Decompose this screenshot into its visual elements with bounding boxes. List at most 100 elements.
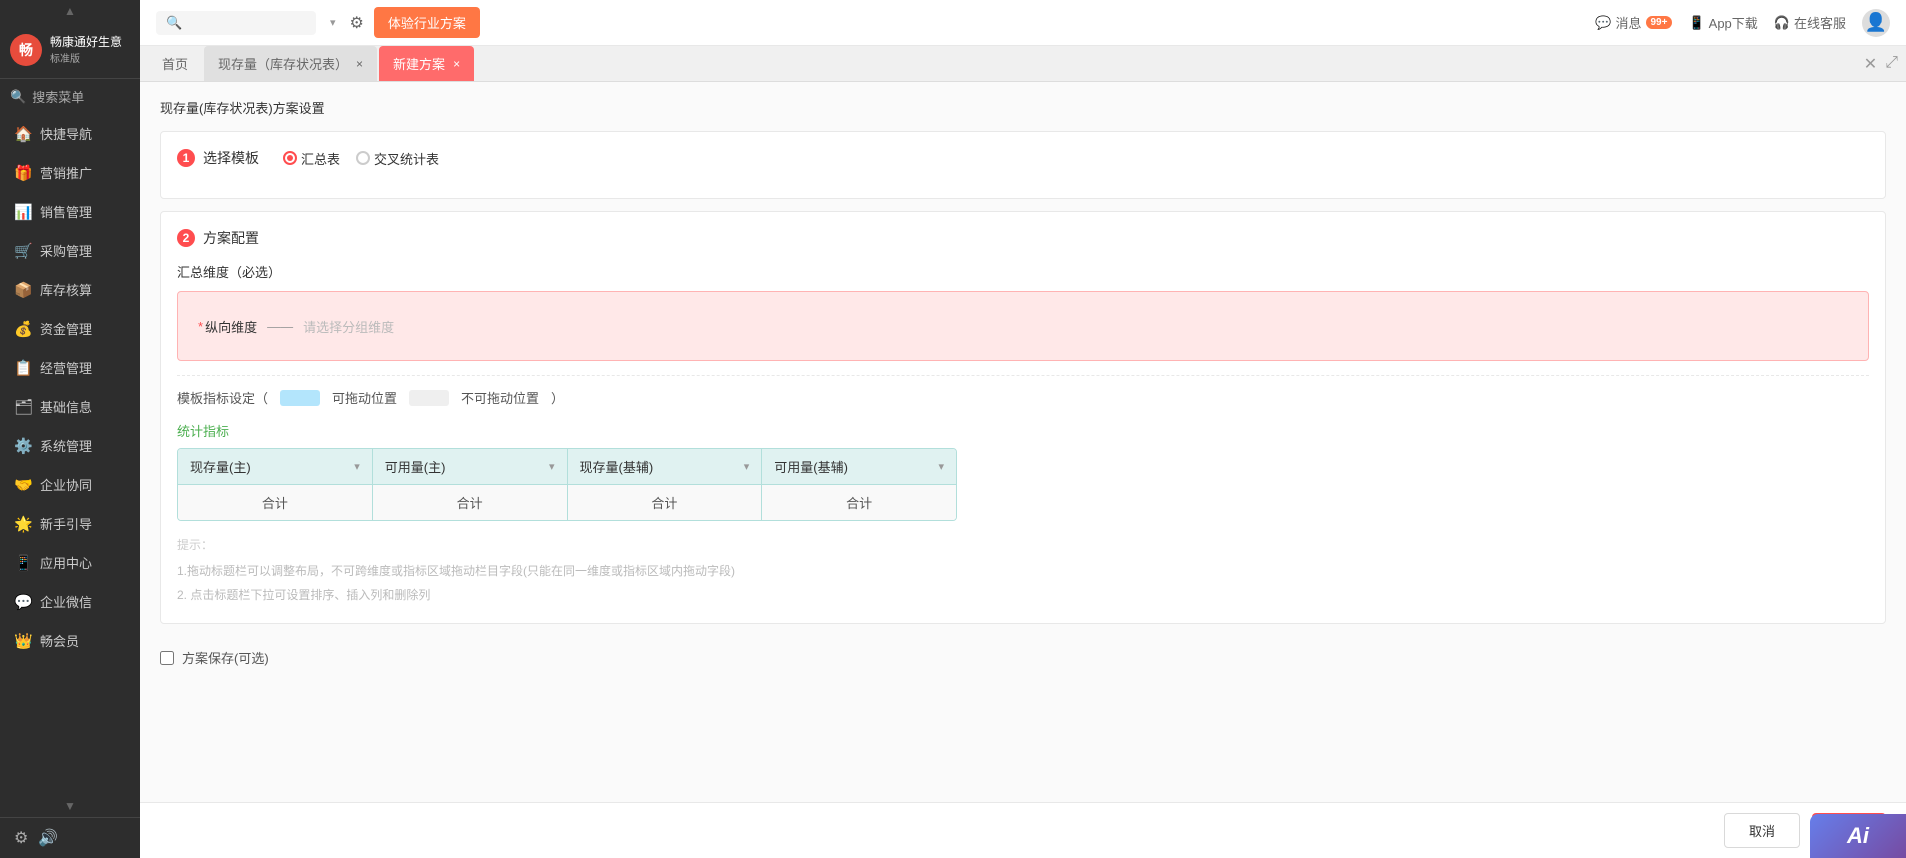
stats-col-1[interactable]: 现存量(主) ▾ bbox=[178, 449, 373, 484]
app-name: 畅康通好生意 bbox=[50, 35, 122, 51]
search-label: 搜索菜单 bbox=[32, 87, 84, 106]
sidebar-item-basic-info[interactable]: 🗂 基础信息 bbox=[0, 387, 140, 426]
tab-home-label: 首页 bbox=[162, 54, 188, 73]
app-download-item[interactable]: 📱 App下载 bbox=[1688, 13, 1757, 32]
sidebar-item-operations[interactable]: 📋 经营管理 bbox=[0, 348, 140, 387]
col1-chevron-icon: ▾ bbox=[354, 460, 360, 473]
settings-bottom-icon[interactable]: ⚙ bbox=[14, 828, 28, 848]
app-version: 标准版 bbox=[50, 50, 122, 65]
col4-chevron-icon: ▾ bbox=[938, 460, 944, 473]
stats-cell-4: 合计 bbox=[762, 485, 956, 520]
messages-item[interactable]: 💬 消息 99+ bbox=[1595, 13, 1672, 32]
tab-inventory-close-icon[interactable]: × bbox=[356, 57, 363, 71]
sidebar-item-finance[interactable]: 💰 资金管理 bbox=[0, 309, 140, 348]
app-download-label: App下载 bbox=[1709, 13, 1758, 32]
stats-col-2[interactable]: 可用量(主) ▾ bbox=[373, 449, 568, 484]
sidebar-scroll-down[interactable]: ▼ bbox=[0, 795, 140, 817]
stats-table: 现存量(主) ▾ 可用量(主) ▾ 现存量(基辅) ▾ 可用量(基辅) bbox=[177, 448, 957, 521]
stats-col-3[interactable]: 现存量(基辅) ▾ bbox=[568, 449, 763, 484]
template-indicator-suffix: ） bbox=[551, 388, 564, 407]
tabs-bar: 首页 现存量（库存状况表） × 新建方案 × ✕ ⤢ bbox=[140, 46, 1906, 82]
sales-icon: 📊 bbox=[14, 203, 32, 221]
movable-indicator-box bbox=[280, 390, 320, 406]
finance-icon: 💰 bbox=[14, 320, 32, 338]
system-icon: ⚙️ bbox=[14, 437, 32, 455]
sidebar-item-label: 资金管理 bbox=[40, 319, 92, 338]
radio-cross-label: 交叉统计表 bbox=[374, 149, 439, 168]
messages-label: 消息 bbox=[1615, 13, 1641, 32]
tab-home[interactable]: 首页 bbox=[148, 46, 202, 81]
tab-close-all-icon[interactable]: ✕ bbox=[1864, 54, 1877, 74]
section1-number: 1 bbox=[177, 149, 195, 167]
tip-1: 1.拖动标题栏可以调整布局，不可跨维度或指标区域拖动栏目字段(只能在同一维度或指… bbox=[177, 559, 1869, 583]
section2-title: 方案配置 bbox=[203, 228, 259, 248]
sidebar-item-system[interactable]: ⚙️ 系统管理 bbox=[0, 426, 140, 465]
online-support-label: 在线客服 bbox=[1794, 13, 1846, 32]
radio-summary-circle bbox=[283, 151, 297, 165]
save-checkbox[interactable] bbox=[160, 651, 174, 665]
section1-header: 1 选择模板 汇总表 交叉统计表 bbox=[177, 148, 1869, 168]
tab-new-scheme-close-icon[interactable]: × bbox=[453, 57, 460, 71]
topbar-settings-icon[interactable]: ⚙ bbox=[350, 13, 364, 33]
sidebar-item-label: 企业协同 bbox=[40, 475, 92, 494]
sidebar-item-quick-nav[interactable]: 🏠 快捷导航 bbox=[0, 114, 140, 153]
sidebar-search[interactable]: 🔍 搜索菜单 bbox=[0, 79, 140, 114]
sidebar-item-label: 库存核算 bbox=[40, 280, 92, 299]
sidebar-item-newbie[interactable]: 🌟 新手引导 bbox=[0, 504, 140, 543]
sidebar-item-membership[interactable]: 👑 畅会员 bbox=[0, 621, 140, 660]
sidebar-item-wechat[interactable]: 💬 企业微信 bbox=[0, 582, 140, 621]
dimension-box[interactable]: * 纵向维度 —— 请选择分组维度 bbox=[177, 291, 1869, 361]
sidebar-item-purchase[interactable]: 🛒 采购管理 bbox=[0, 231, 140, 270]
col2-chevron-icon: ▾ bbox=[549, 460, 555, 473]
sidebar: ▲ 畅 畅康通好生意 标准版 🔍 搜索菜单 🏠 快捷导航 🎁 营销推广 📊 销售… bbox=[0, 0, 140, 858]
sidebar-item-marketing[interactable]: 🎁 营销推广 bbox=[0, 153, 140, 192]
dimension-placeholder: 请选择分组维度 bbox=[303, 317, 394, 336]
tab-inventory-status[interactable]: 现存量（库存状况表） × bbox=[204, 46, 377, 81]
radio-cross[interactable]: 交叉统计表 bbox=[356, 149, 439, 168]
cancel-button[interactable]: 取消 bbox=[1724, 813, 1800, 848]
radio-summary[interactable]: 汇总表 bbox=[283, 149, 340, 168]
logo-text-block: 畅康通好生意 标准版 bbox=[50, 35, 122, 66]
dimension-required-mark: * bbox=[198, 319, 203, 334]
topbar-search-icon: 🔍 bbox=[166, 15, 182, 31]
stats-col-2-label: 可用量(主) bbox=[385, 457, 446, 476]
purchase-icon: 🛒 bbox=[14, 242, 32, 260]
section2-number: 2 bbox=[177, 229, 195, 247]
tab-expand-icon[interactable]: ⤢ bbox=[1885, 54, 1898, 74]
sidebar-item-enterprise[interactable]: 🤝 企业协同 bbox=[0, 465, 140, 504]
avatar[interactable]: 👤 bbox=[1862, 9, 1890, 37]
topbar-right: 💬 消息 99+ 📱 App下载 🎧 在线客服 👤 bbox=[1595, 9, 1890, 37]
col3-chevron-icon: ▾ bbox=[744, 460, 750, 473]
tabs-actions: ✕ ⤢ bbox=[1864, 54, 1898, 74]
stats-label: 统计指标 bbox=[177, 421, 1869, 440]
unmovable-label: 不可拖动位置 bbox=[461, 388, 539, 407]
stats-col-4[interactable]: 可用量(基辅) ▾ bbox=[762, 449, 956, 484]
footer-bar: 取消 查询 bbox=[140, 802, 1906, 858]
audio-bottom-icon[interactable]: 🔊 bbox=[38, 828, 58, 848]
template-radio-group: 汇总表 交叉统计表 bbox=[283, 149, 439, 168]
sidebar-item-inventory[interactable]: 📦 库存核算 bbox=[0, 270, 140, 309]
ai-float-button[interactable]: Ai bbox=[1810, 814, 1906, 858]
topbar-dropdown[interactable]: ▾ bbox=[326, 16, 336, 29]
sidebar-item-app-center[interactable]: 📱 应用中心 bbox=[0, 543, 140, 582]
sidebar-item-label: 新手引导 bbox=[40, 514, 92, 533]
enterprise-icon: 🤝 bbox=[14, 476, 32, 494]
stats-col-1-label: 现存量(主) bbox=[190, 457, 251, 476]
tab-new-scheme[interactable]: 新建方案 × bbox=[379, 46, 474, 81]
sidebar-bottom: ⚙ 🔊 bbox=[0, 817, 140, 858]
newbie-icon: 🌟 bbox=[14, 515, 32, 533]
search-icon: 🔍 bbox=[10, 89, 26, 105]
unmovable-indicator-box bbox=[409, 390, 449, 406]
template-indicator-row: 模板指标设定（ 可拖动位置 不可拖动位置 ） bbox=[177, 388, 1869, 407]
sidebar-item-sales[interactable]: 📊 销售管理 bbox=[0, 192, 140, 231]
topbar-search[interactable]: 🔍 bbox=[156, 11, 316, 35]
wechat-icon: 💬 bbox=[14, 593, 32, 611]
chevron-down-icon: ▾ bbox=[330, 16, 336, 29]
stats-cell-3: 合计 bbox=[568, 485, 763, 520]
sidebar-item-label: 快捷导航 bbox=[40, 124, 92, 143]
online-support-item[interactable]: 🎧 在线客服 bbox=[1774, 13, 1846, 32]
trial-btn[interactable]: 体验行业方案 bbox=[374, 7, 480, 38]
sidebar-item-label: 营销推广 bbox=[40, 163, 92, 182]
sidebar-scroll-up[interactable]: ▲ bbox=[0, 0, 140, 22]
section-scheme-config: 2 方案配置 汇总维度（必选） * 纵向维度 —— 请选择分组维度 模板指标设定… bbox=[160, 211, 1886, 624]
